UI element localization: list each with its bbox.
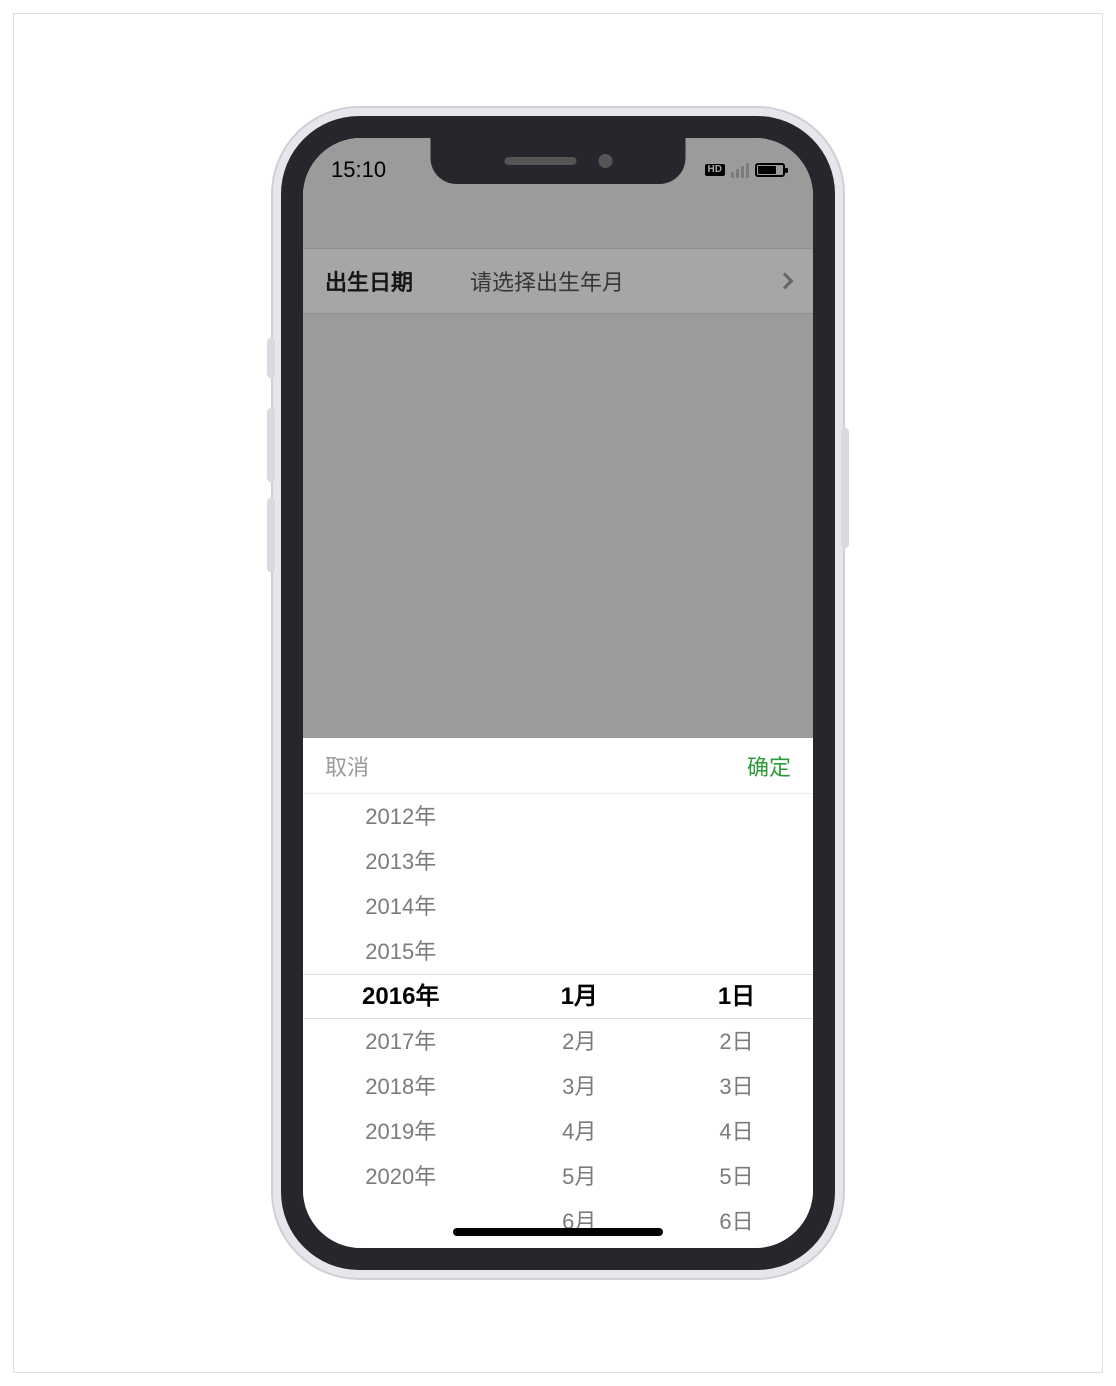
year-option[interactable]: 2012年 <box>303 794 499 839</box>
day-column[interactable]: 1日 2日 3日 4日 5日 6日 <box>660 794 813 1248</box>
cancel-button[interactable]: 取消 <box>325 750 369 782</box>
power-btn <box>841 428 849 548</box>
day-spacer <box>660 794 813 839</box>
year-column[interactable]: 2012年 2013年 2014年 2015年 2016年 2017年 2018… <box>303 794 499 1248</box>
month-option[interactable]: 6月 <box>499 1199 661 1244</box>
picker-header: 取消 确定 <box>303 738 813 794</box>
day-option[interactable]: 3日 <box>660 1064 813 1109</box>
month-option[interactable]: 2月 <box>499 1019 661 1064</box>
month-spacer <box>499 884 661 929</box>
day-option[interactable]: 6日 <box>660 1199 813 1244</box>
day-option[interactable]: 5日 <box>660 1154 813 1199</box>
screen: 出生日期 请选择出生年月 15:10 HD <box>303 138 813 1248</box>
year-option[interactable]: 2019年 <box>303 1109 499 1154</box>
year-option[interactable]: 2013年 <box>303 839 499 884</box>
day-option[interactable]: 2日 <box>660 1019 813 1064</box>
month-spacer <box>499 839 661 884</box>
year-option-selected[interactable]: 2016年 <box>303 974 499 1019</box>
page-canvas: 出生日期 请选择出生年月 15:10 HD <box>13 13 1103 1373</box>
phone-frame: 出生日期 请选择出生年月 15:10 HD <box>273 108 843 1278</box>
day-option[interactable]: 4日 <box>660 1109 813 1154</box>
month-option[interactable]: 3月 <box>499 1064 661 1109</box>
phone-bezel: 出生日期 请选择出生年月 15:10 HD <box>281 116 835 1270</box>
month-option[interactable]: 5月 <box>499 1154 661 1199</box>
front-camera <box>598 154 612 168</box>
home-indicator[interactable] <box>453 1228 663 1236</box>
month-spacer <box>499 929 661 974</box>
notch <box>431 138 686 184</box>
volume-down-btn <box>267 498 275 572</box>
month-option[interactable]: 4月 <box>499 1109 661 1154</box>
year-option[interactable]: 2015年 <box>303 929 499 974</box>
day-spacer <box>660 839 813 884</box>
year-option[interactable]: 2020年 <box>303 1154 499 1199</box>
year-option[interactable]: 2017年 <box>303 1019 499 1064</box>
date-picker-sheet: 取消 确定 2012年 2013年 2014年 2015年 2016年 2017… <box>303 738 813 1248</box>
picker-body: 2012年 2013年 2014年 2015年 2016年 2017年 2018… <box>303 794 813 1248</box>
confirm-button[interactable]: 确定 <box>747 750 791 782</box>
month-column[interactable]: 1月 2月 3月 4月 5月 6月 <box>499 794 661 1248</box>
day-spacer <box>660 884 813 929</box>
volume-up-btn <box>267 408 275 482</box>
day-option-selected[interactable]: 1日 <box>660 974 813 1019</box>
day-spacer <box>660 929 813 974</box>
year-option[interactable]: 2014年 <box>303 884 499 929</box>
speaker-grille <box>504 157 576 165</box>
month-option-selected[interactable]: 1月 <box>499 974 661 1019</box>
month-spacer <box>499 794 661 839</box>
year-option[interactable]: 2018年 <box>303 1064 499 1109</box>
mute-switch <box>267 338 275 378</box>
